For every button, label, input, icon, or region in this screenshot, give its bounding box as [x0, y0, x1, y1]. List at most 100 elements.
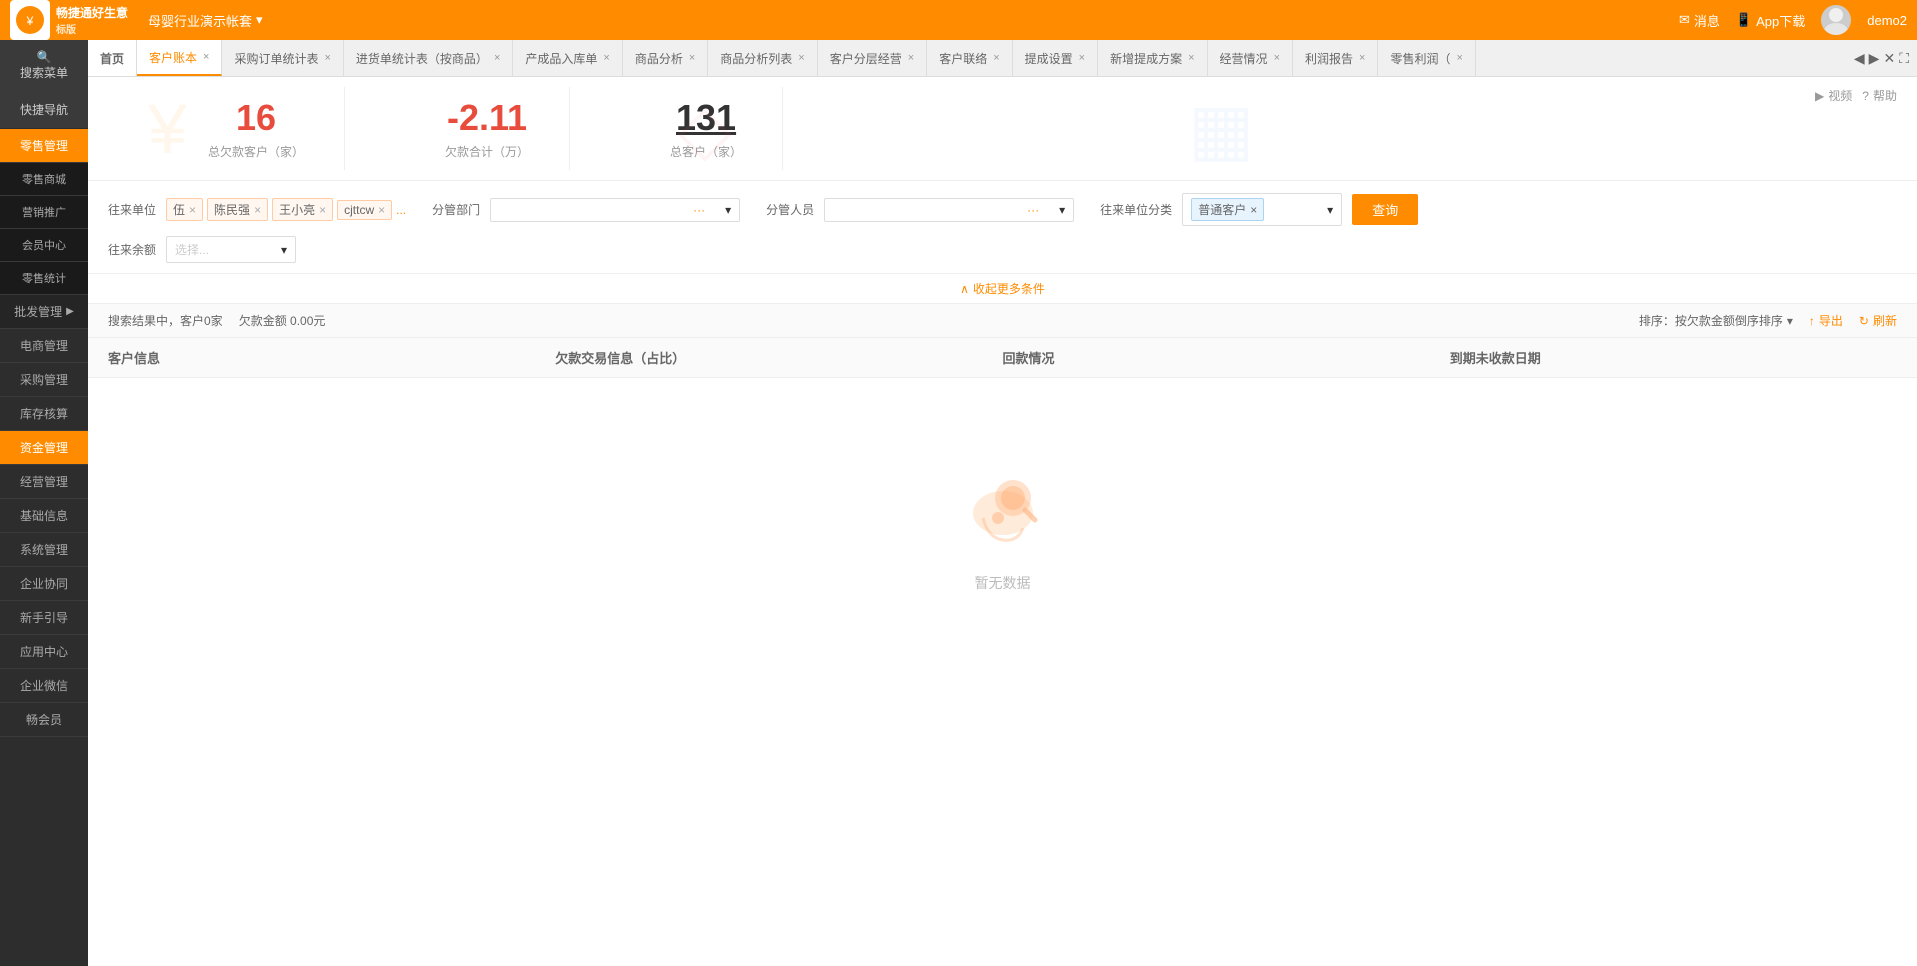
result-amount: 欠款金额 0.00元: [239, 312, 326, 329]
balance-filter-select[interactable]: 选择... ▾: [166, 236, 296, 263]
sidebar-item-system[interactable]: 系统管理: [0, 533, 88, 567]
col-header-repay: 回款情况: [1003, 348, 1450, 367]
result-count: 搜索结果中，客户0家: [108, 312, 223, 329]
app-download-btn[interactable]: 📱 App下载: [1736, 11, 1805, 30]
close-tab-purchase-stat[interactable]: ×: [494, 52, 500, 64]
close-tab-customer-contact[interactable]: ×: [993, 52, 999, 64]
tab-customer-contact[interactable]: 客户联络 ×: [927, 40, 1012, 76]
collapse-filter-btn[interactable]: ∧ 收起更多条件: [88, 273, 1917, 303]
tab-bar: 首页 客户账本 × 采购订单统计表 × 进货单统计表（按商品） × 产成品入库单…: [88, 40, 1917, 77]
sidebar-item-member[interactable]: 会员中心: [0, 229, 88, 262]
tab-next-btn[interactable]: ▶: [1869, 50, 1880, 67]
tab-close-all-btn[interactable]: ✕: [1883, 50, 1895, 67]
sidebar-item-retail-mall[interactable]: 零售商城: [0, 163, 88, 196]
refresh-btn[interactable]: ↻ 刷新: [1859, 312, 1897, 329]
close-tab-promo-settings[interactable]: ×: [1079, 52, 1085, 64]
user-avatar[interactable]: [1821, 5, 1851, 35]
sidebar-item-enterprise-wechat[interactable]: 企业微信: [0, 669, 88, 703]
remove-unit-wu[interactable]: ×: [189, 203, 196, 217]
app-logo: ¥: [10, 0, 50, 40]
close-tab-biz-situation[interactable]: ×: [1274, 52, 1280, 64]
sidebar-item-ecommerce[interactable]: 电商管理: [0, 329, 88, 363]
sidebar-item-purchase[interactable]: 采购管理: [0, 363, 88, 397]
close-tab-customer-tier[interactable]: ×: [908, 52, 914, 64]
category-filter-label: 往来单位分类: [1100, 201, 1172, 218]
tab-purchase-stat[interactable]: 进货单统计表（按商品） ×: [344, 40, 513, 76]
sidebar-item-new-guide[interactable]: 新手引导: [0, 601, 88, 635]
sidebar-item-retail[interactable]: 零售管理: [0, 129, 88, 163]
dept-filter-select[interactable]: ··· ▾: [490, 198, 740, 222]
top-bar-right: ✉ 消息 📱 App下载 demo2: [1679, 5, 1907, 35]
export-btn[interactable]: ↑ 导出: [1809, 312, 1843, 329]
sidebar-item-marketing[interactable]: 营销推广: [0, 196, 88, 229]
question-icon: ?: [1862, 89, 1869, 103]
search-icon: 🔍: [37, 50, 52, 64]
sidebar-quick-nav[interactable]: 快捷导航: [0, 91, 88, 129]
close-tab-goods-analysis-list[interactable]: ×: [798, 52, 804, 64]
tab-biz-situation[interactable]: 经营情况 ×: [1208, 40, 1293, 76]
sidebar-item-inventory[interactable]: 库存核算: [0, 397, 88, 431]
remove-unit-chen[interactable]: ×: [254, 203, 261, 217]
stat-bg-icon-3: ▦: [1188, 88, 1254, 170]
sidebar-item-retail-stat[interactable]: 零售统计: [0, 262, 88, 295]
tab-prev-btn[interactable]: ◀: [1854, 50, 1865, 67]
person-filter-select[interactable]: ··· ▾: [824, 198, 1074, 222]
close-tab-goods-analysis[interactable]: ×: [689, 52, 695, 64]
sidebar-item-operations[interactable]: 经营管理: [0, 465, 88, 499]
tab-promo-settings[interactable]: 提成设置 ×: [1013, 40, 1098, 76]
empty-icon: [953, 458, 1053, 561]
close-tab-profit-report[interactable]: ×: [1359, 52, 1365, 64]
sidebar-item-wholesale[interactable]: 批发管理 ▶: [0, 295, 88, 329]
sidebar-search[interactable]: 🔍 搜索菜单: [0, 40, 88, 91]
unit-tag-chen: 陈民强 ×: [207, 198, 268, 221]
sidebar-item-basic-info[interactable]: 基础信息: [0, 499, 88, 533]
sort-select[interactable]: 排序：按欠款金额倒序排序 ▾: [1639, 312, 1793, 329]
category-tag: 普通客户 ×: [1191, 198, 1264, 221]
sort-label: 排序：按欠款金额倒序排序: [1639, 312, 1783, 329]
collapse-icon: ∧: [960, 282, 969, 296]
message-btn[interactable]: ✉ 消息: [1679, 11, 1720, 30]
help-btn[interactable]: ? 帮助: [1862, 87, 1897, 104]
search-result-right: 排序：按欠款金额倒序排序 ▾ ↑ 导出 ↻ 刷新: [1639, 312, 1897, 329]
tab-customer-book[interactable]: 客户账本 ×: [137, 40, 222, 76]
stat-bg-icon-1: ¥: [148, 89, 187, 169]
unit-tag-cjttcw: cjttcw ×: [337, 200, 392, 220]
remove-unit-cjttcw[interactable]: ×: [378, 203, 385, 217]
tab-home[interactable]: 首页: [88, 40, 137, 76]
unit-filter-tags: 伍 × 陈民强 × 王小亮 ×: [166, 198, 406, 221]
tab-new-promo[interactable]: 新增提成方案 ×: [1098, 40, 1207, 76]
close-tab-cost-purchase[interactable]: ×: [603, 52, 609, 64]
tab-customer-tier[interactable]: 客户分层经营 ×: [818, 40, 927, 76]
dept-filter-label: 分管部门: [432, 201, 480, 218]
tab-purchase-order[interactable]: 采购订单统计表 ×: [222, 40, 343, 76]
tab-retail-profit[interactable]: 零售利润（ ×: [1378, 40, 1475, 76]
filter-row-2: 往来余额 选择... ▾: [108, 236, 1897, 263]
chevron-down-icon: ▾: [256, 12, 263, 28]
dept-filter-dots[interactable]: ···: [693, 203, 705, 217]
close-tab-new-promo[interactable]: ×: [1188, 52, 1194, 64]
sidebar-item-enterprise[interactable]: 企业协同: [0, 567, 88, 601]
search-button[interactable]: 查询: [1352, 194, 1418, 225]
content-area: 首页 客户账本 × 采购订单统计表 × 进货单统计表（按商品） × 产成品入库单…: [88, 40, 1917, 966]
sidebar-item-app-center[interactable]: 应用中心: [0, 635, 88, 669]
close-tab-retail-profit[interactable]: ×: [1456, 52, 1462, 64]
close-tab-customer-book[interactable]: ×: [203, 51, 209, 63]
remove-unit-wang[interactable]: ×: [319, 203, 326, 217]
tab-goods-analysis-list[interactable]: 商品分析列表 ×: [708, 40, 817, 76]
sidebar-item-member2[interactable]: 畅会员: [0, 703, 88, 737]
tab-profit-report[interactable]: 利润报告 ×: [1293, 40, 1378, 76]
category-filter-select[interactable]: 普通客户 × ▾: [1182, 193, 1342, 226]
person-filter-dots[interactable]: ···: [1027, 203, 1039, 217]
empty-state: 暂无数据: [88, 378, 1917, 673]
tab-maximize-btn[interactable]: ⛶: [1899, 50, 1909, 67]
unit-filter-more[interactable]: ...: [396, 203, 406, 217]
filter-area: 往来单位 伍 × 陈民强 × 王小亮: [88, 181, 1917, 304]
tab-goods-analysis[interactable]: 商品分析 ×: [623, 40, 708, 76]
video-btn[interactable]: ▶ 视频: [1815, 87, 1852, 104]
tab-cost-purchase[interactable]: 产成品入库单 ×: [513, 40, 622, 76]
close-tab-purchase-order[interactable]: ×: [324, 52, 330, 64]
account-dropdown[interactable]: 母婴行业演示帐套 ▾: [148, 11, 263, 30]
person-filter-label: 分管人员: [766, 201, 814, 218]
sidebar-item-finance[interactable]: 资金管理: [0, 431, 88, 465]
remove-category-tag[interactable]: ×: [1250, 203, 1257, 217]
